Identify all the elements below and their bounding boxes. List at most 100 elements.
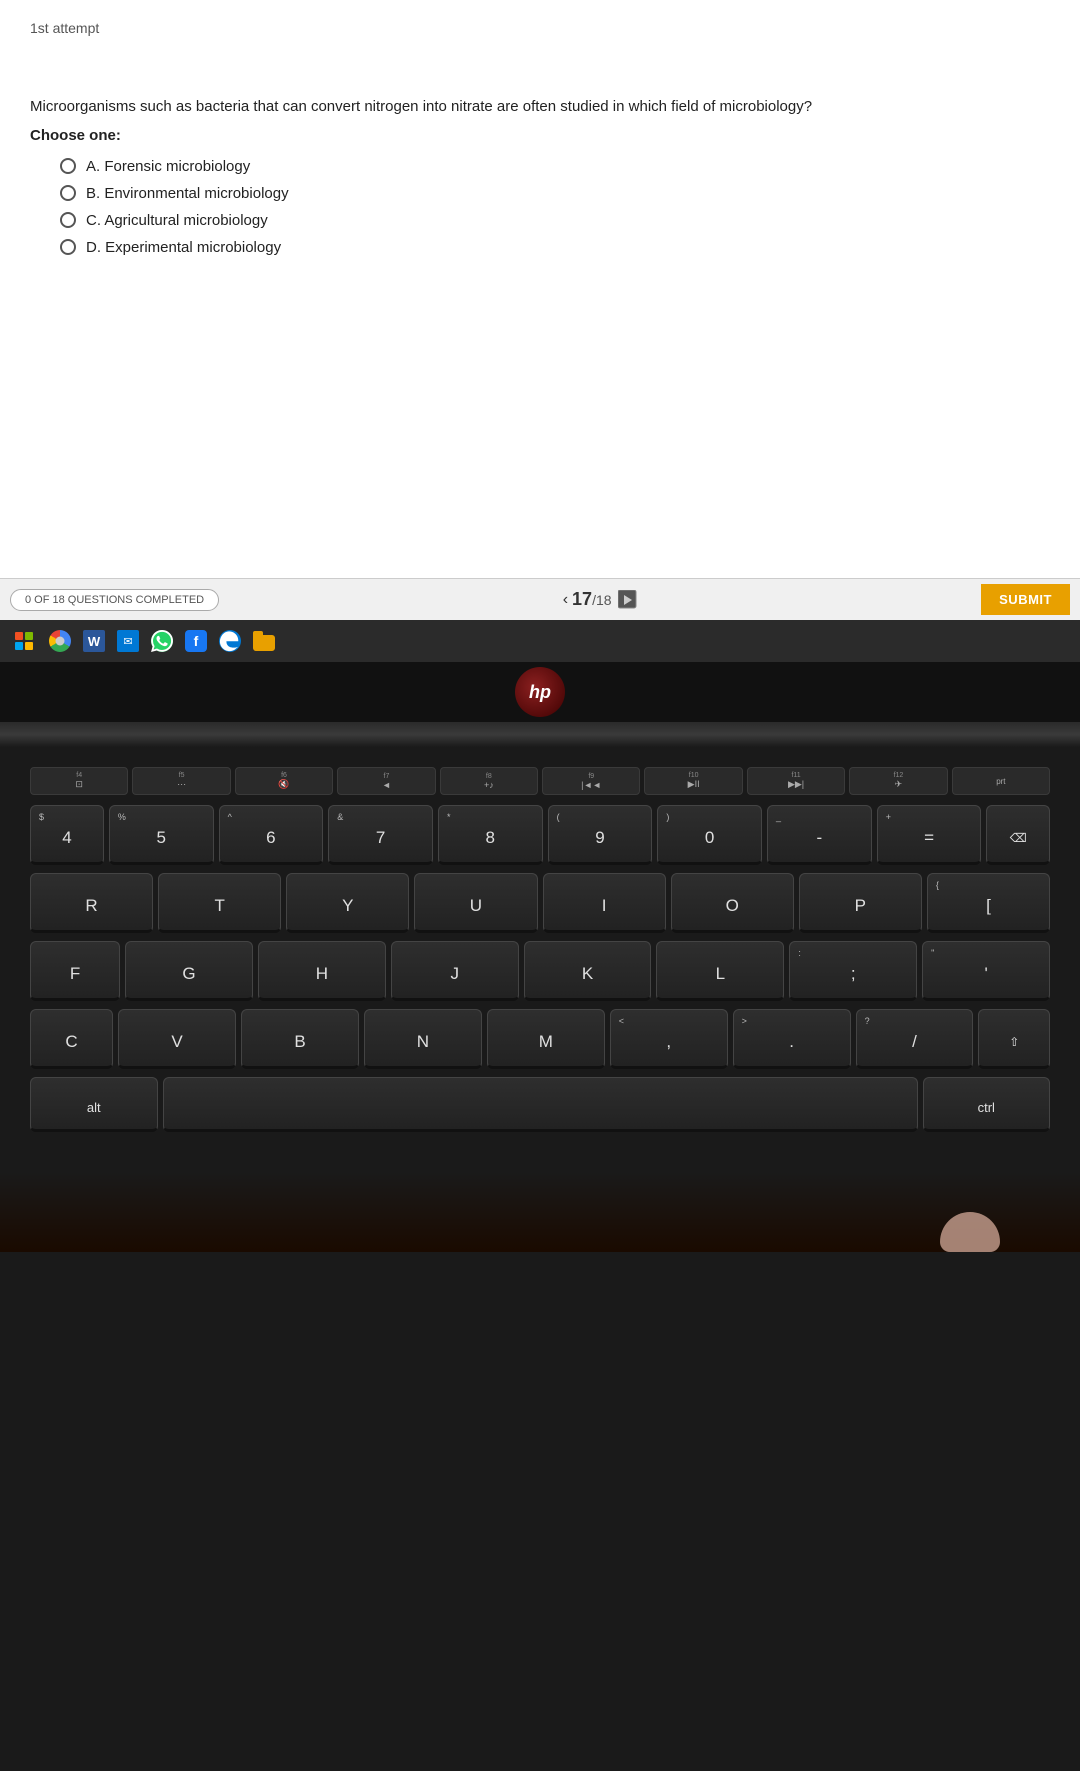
attempt-label: 1st attempt (30, 20, 1050, 36)
hp-logo-area: hp (0, 662, 1080, 722)
finger-shape (940, 1212, 1000, 1252)
laptop-screen: 1st attempt Microorganisms such as bacte… (0, 0, 1080, 620)
key-f6[interactable]: f6 🔇 (235, 767, 333, 795)
key-spacebar[interactable] (163, 1077, 918, 1132)
whatsapp-icon (151, 630, 173, 652)
key-r[interactable]: R (30, 873, 153, 933)
key-f12[interactable]: f12 ✈ (849, 767, 947, 795)
progress-indicator: 0 OF 18 QUESTIONS COMPLETED (10, 589, 219, 611)
option-b-label: B. Environmental microbiology (86, 185, 289, 202)
key-f5[interactable]: f5 ⋯ (132, 767, 230, 795)
radio-a[interactable] (60, 158, 76, 174)
mail-icon: ✉ (117, 630, 139, 652)
hp-logo: hp (515, 667, 565, 717)
chrome-icon (49, 630, 71, 652)
key-i[interactable]: I (543, 873, 666, 933)
options-list: A. Forensic microbiology B. Environmenta… (30, 158, 1050, 256)
total-questions: /18 (592, 592, 611, 608)
keyboard-area: f4 ⊡ f5 ⋯ f6 🔇 f7 ◄ f8 +♪ f9 |◄◄ f10 ▶II… (0, 747, 1080, 1172)
home-key-row: F G H J K L : ; " ' (20, 941, 1060, 1001)
key-f4[interactable]: f4 ⊡ (30, 767, 128, 795)
option-d-label: D. Experimental microbiology (86, 239, 281, 256)
current-question-number: 17 (572, 589, 592, 610)
word-icon: W (83, 630, 105, 652)
finger-area (0, 1172, 1080, 1252)
start-button[interactable] (8, 625, 40, 657)
option-c[interactable]: C. Agricultural microbiology (60, 212, 1050, 229)
option-d[interactable]: D. Experimental microbiology (60, 239, 1050, 256)
key-prt[interactable]: prt (952, 767, 1050, 795)
chrome-taskbar-icon[interactable] (46, 627, 74, 655)
key-p[interactable]: P (799, 873, 922, 933)
key-o[interactable]: O (671, 873, 794, 933)
key-l[interactable]: L (656, 941, 784, 1001)
key-m[interactable]: M (487, 1009, 605, 1069)
whatsapp-taskbar-icon[interactable] (148, 627, 176, 655)
key-dollar[interactable]: $ 4 (30, 805, 104, 865)
question-text: Microorganisms such as bacteria that can… (30, 96, 1050, 119)
function-key-row: f4 ⊡ f5 ⋯ f6 🔇 f7 ◄ f8 +♪ f9 |◄◄ f10 ▶II… (20, 767, 1060, 795)
option-c-label: C. Agricultural microbiology (86, 212, 268, 229)
key-k[interactable]: K (524, 941, 652, 1001)
key-backspace-partial[interactable]: ⌫ (986, 805, 1050, 865)
taskbar: W ✉ f (0, 620, 1080, 662)
key-u[interactable]: U (414, 873, 537, 933)
facebook-icon: f (185, 630, 207, 652)
key-0[interactable]: ) 0 (657, 805, 762, 865)
key-t[interactable]: T (158, 873, 281, 933)
submit-button[interactable]: SUBMIT (981, 584, 1070, 615)
key-f11[interactable]: f11 ▶▶| (747, 767, 845, 795)
files-icon (253, 631, 275, 651)
key-5[interactable]: % 5 (109, 805, 214, 865)
key-semicolon[interactable]: : ; (789, 941, 917, 1001)
key-v[interactable]: V (118, 1009, 236, 1069)
chevron-left-icon[interactable]: ‹ (563, 591, 568, 609)
key-period[interactable]: > . (733, 1009, 851, 1069)
key-equals[interactable]: + = (877, 805, 982, 865)
key-f10[interactable]: f10 ▶II (644, 767, 742, 795)
key-slash[interactable]: ? / (856, 1009, 974, 1069)
key-comma[interactable]: < , (610, 1009, 728, 1069)
key-open-brace[interactable]: { [ (927, 873, 1050, 933)
qwerty-key-row: R T Y U I O P { [ (20, 873, 1060, 933)
laptop-hinge (0, 722, 1080, 747)
mail-taskbar-icon[interactable]: ✉ (114, 627, 142, 655)
key-n[interactable]: N (364, 1009, 482, 1069)
key-y[interactable]: Y (286, 873, 409, 933)
key-quote[interactable]: " ' (922, 941, 1050, 1001)
option-a-label: A. Forensic microbiology (86, 158, 250, 175)
key-shift-right-partial[interactable]: ⇧ (978, 1009, 1050, 1069)
key-8[interactable]: * 8 (438, 805, 543, 865)
key-7[interactable]: & 7 (328, 805, 433, 865)
number-key-row: $ 4 % 5 ^ 6 & 7 * 8 ( 9 ) 0 _ - (20, 805, 1060, 865)
key-f7[interactable]: f7 ◄ (337, 767, 435, 795)
forward-arrow-icon[interactable] (618, 590, 638, 610)
option-b[interactable]: B. Environmental microbiology (60, 185, 1050, 202)
key-b[interactable]: B (241, 1009, 359, 1069)
key-c[interactable]: C (30, 1009, 113, 1069)
radio-c[interactable] (60, 212, 76, 228)
windows-logo-icon (15, 632, 33, 650)
key-alt[interactable]: alt (30, 1077, 158, 1132)
facebook-taskbar-icon[interactable]: f (182, 627, 210, 655)
key-minus[interactable]: _ - (767, 805, 872, 865)
key-ctrl[interactable]: ctrl (923, 1077, 1051, 1132)
nav-controls[interactable]: ‹ 17 /18 (563, 589, 638, 610)
key-j[interactable]: J (391, 941, 519, 1001)
word-taskbar-icon[interactable]: W (80, 627, 108, 655)
key-6[interactable]: ^ 6 (219, 805, 324, 865)
bottom-bar: 0 OF 18 QUESTIONS COMPLETED ‹ 17 /18 SUB… (0, 578, 1080, 620)
radio-d[interactable] (60, 239, 76, 255)
option-a[interactable]: A. Forensic microbiology (60, 158, 1050, 175)
key-f9[interactable]: f9 |◄◄ (542, 767, 640, 795)
edge-taskbar-icon[interactable] (216, 627, 244, 655)
files-taskbar-icon[interactable] (250, 627, 278, 655)
key-9[interactable]: ( 9 (548, 805, 653, 865)
key-h[interactable]: H (258, 941, 386, 1001)
space-key-row: alt ctrl (20, 1069, 1060, 1132)
edge-icon (219, 630, 241, 652)
key-g[interactable]: G (125, 941, 253, 1001)
key-f8[interactable]: f8 +♪ (440, 767, 538, 795)
key-f[interactable]: F (30, 941, 120, 1001)
radio-b[interactable] (60, 185, 76, 201)
